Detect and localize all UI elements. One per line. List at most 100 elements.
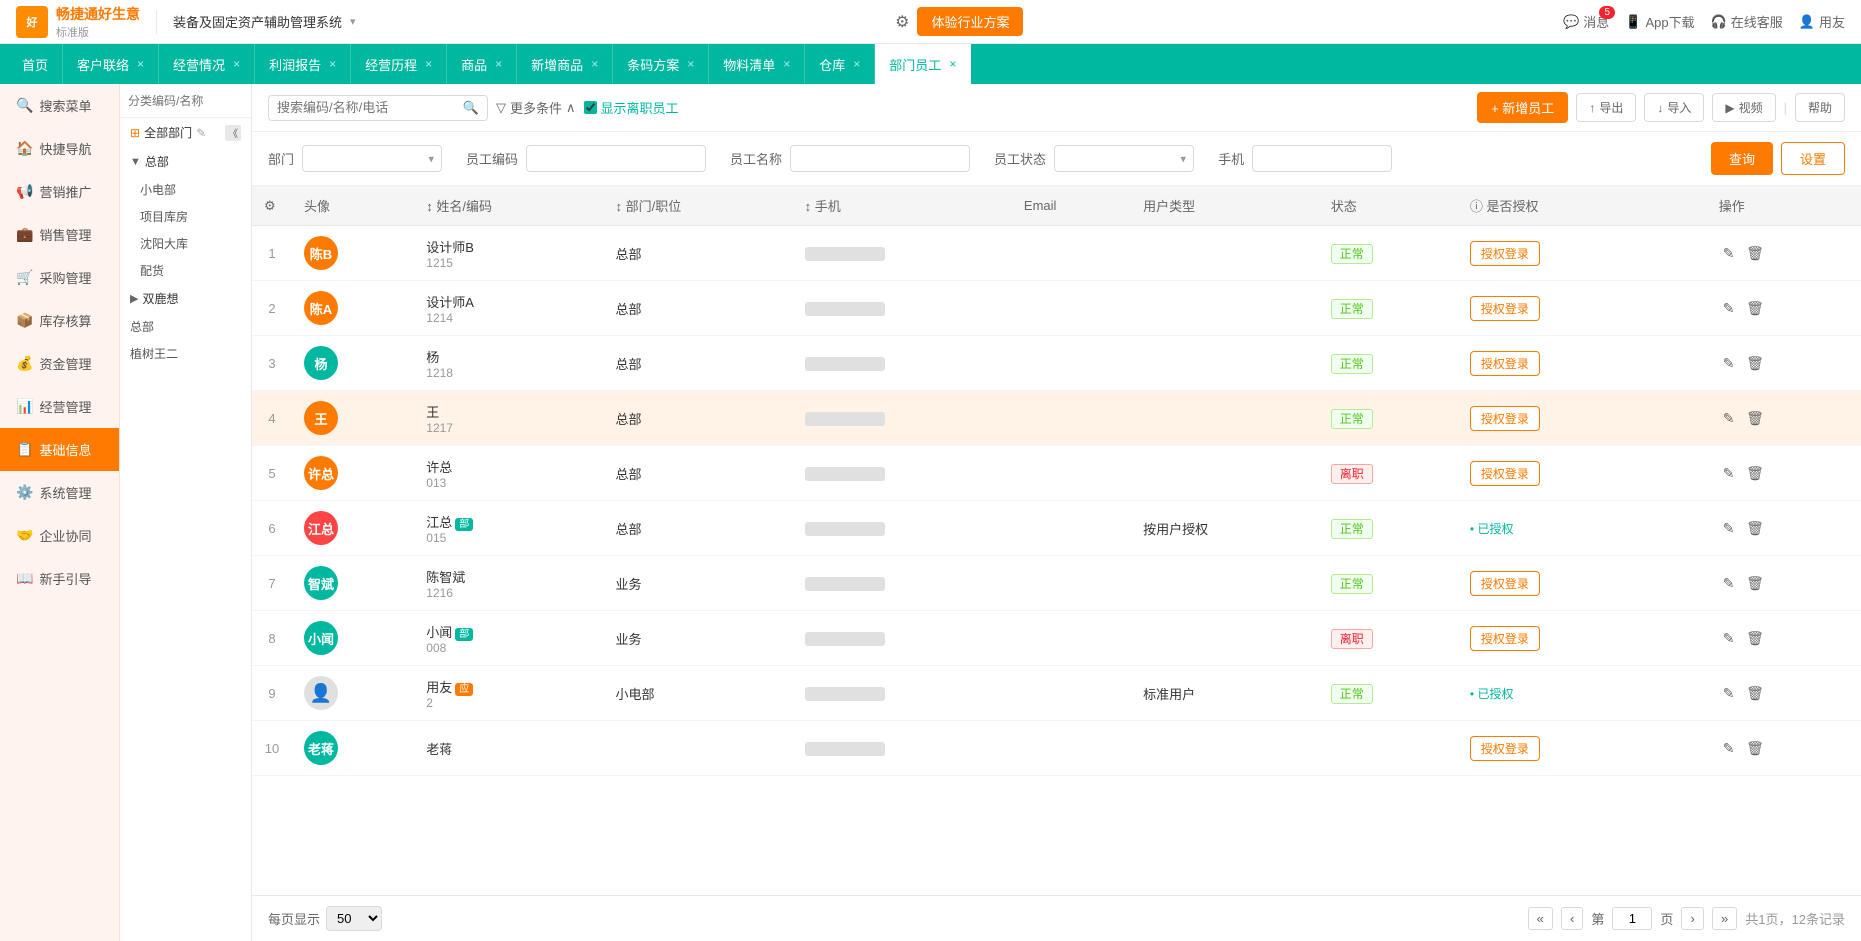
- user-btn[interactable]: 👤 用友: [1799, 12, 1845, 31]
- edit-button[interactable]: ✎: [1719, 408, 1739, 429]
- tab-close-icon[interactable]: ×: [495, 57, 502, 71]
- nav-tab-首页[interactable]: 首页: [8, 44, 63, 84]
- auth-login-button[interactable]: 授权登录: [1470, 351, 1540, 376]
- phone-input[interactable]: [1252, 145, 1392, 172]
- dept-all-header[interactable]: ⊞ 全部部门 ✎ 《: [120, 118, 251, 147]
- nav-tab-经营历程[interactable]: 经营历程×: [351, 44, 447, 84]
- view-button[interactable]: ▶ 视频: [1712, 93, 1775, 122]
- delete-button[interactable]: 🗑: [1742, 573, 1768, 594]
- left-nav-item-quick-nav[interactable]: 🏠快捷导航: [0, 127, 119, 170]
- page-number-input[interactable]: [1612, 907, 1652, 930]
- delete-button[interactable]: 🗑: [1742, 683, 1768, 704]
- tab-close-icon[interactable]: ×: [949, 57, 956, 71]
- dept-zongbu[interactable]: ▼ 总部: [120, 147, 251, 176]
- dept-edit-icon[interactable]: ✎: [196, 126, 206, 140]
- left-nav-item-marketing[interactable]: 📢营销推广: [0, 170, 119, 213]
- tab-close-icon[interactable]: ×: [329, 57, 336, 71]
- dept-xiangmu[interactable]: 项目库房: [120, 203, 251, 230]
- delete-button[interactable]: 🗑: [1742, 463, 1768, 484]
- next-page-btn[interactable]: ›: [1681, 907, 1703, 930]
- dept-zongbu2[interactable]: 总部: [120, 313, 251, 340]
- tab-close-icon[interactable]: ×: [783, 57, 790, 71]
- emp-name-input[interactable]: [790, 145, 970, 172]
- search-input[interactable]: [277, 100, 459, 115]
- last-page-btn[interactable]: »: [1712, 907, 1737, 930]
- sidebar-search-input[interactable]: [128, 94, 252, 108]
- edit-button[interactable]: ✎: [1719, 243, 1739, 264]
- per-page-select[interactable]: 50 100: [326, 906, 382, 931]
- col-name[interactable]: ↕ 姓名/编码: [414, 186, 603, 226]
- left-nav-item-purchase[interactable]: 🛒采购管理: [0, 256, 119, 299]
- delete-button[interactable]: 🗑: [1742, 298, 1768, 319]
- settings-icon[interactable]: ⚙: [895, 12, 909, 32]
- dept-shenyang[interactable]: 沈阳大库: [120, 230, 251, 257]
- edit-button[interactable]: ✎: [1719, 683, 1739, 704]
- delete-button[interactable]: 🗑: [1742, 628, 1768, 649]
- edit-button[interactable]: ✎: [1719, 463, 1739, 484]
- dept-shuanglu[interactable]: ▶ 双鹿想: [120, 284, 251, 313]
- left-nav-item-finance[interactable]: 💰资金管理: [0, 342, 119, 385]
- auth-login-button[interactable]: 授权登录: [1470, 736, 1540, 761]
- tab-close-icon[interactable]: ×: [853, 57, 860, 71]
- auth-login-button[interactable]: 授权登录: [1470, 296, 1540, 321]
- edit-button[interactable]: ✎: [1719, 628, 1739, 649]
- nav-tab-条码方案[interactable]: 条码方案×: [613, 44, 709, 84]
- left-nav-item-sales[interactable]: 💼销售管理: [0, 213, 119, 256]
- query-button[interactable]: 查询: [1711, 142, 1773, 175]
- left-nav-item-guide[interactable]: 📖新手引导: [0, 557, 119, 600]
- dept-collapse-btn[interactable]: 《: [225, 125, 241, 141]
- auth-login-button[interactable]: 授权登录: [1470, 571, 1540, 596]
- prev-page-btn[interactable]: ‹: [1561, 907, 1583, 930]
- nav-tab-利润报告[interactable]: 利润报告×: [255, 44, 351, 84]
- nav-tab-客户联络[interactable]: 客户联络×: [63, 44, 159, 84]
- delete-button[interactable]: 🗑: [1742, 408, 1768, 429]
- auth-login-button[interactable]: 授权登录: [1470, 626, 1540, 651]
- help-button[interactable]: 帮助: [1795, 93, 1845, 122]
- system-title-arrow[interactable]: ▾: [350, 15, 356, 28]
- export-button[interactable]: ↑ 导出: [1576, 93, 1636, 122]
- dept-select[interactable]: [302, 145, 442, 172]
- online-service-btn[interactable]: 🎧 在线客服: [1711, 12, 1783, 31]
- left-nav-item-search[interactable]: 🔍搜索菜单: [0, 84, 119, 127]
- dept-xiaodibu[interactable]: 小电部: [120, 176, 251, 203]
- col-dept[interactable]: ↕ 部门/职位: [603, 186, 792, 226]
- col-settings[interactable]: ⚙: [252, 186, 292, 226]
- add-employee-button[interactable]: + 新增员工: [1477, 92, 1568, 123]
- more-conditions-btn[interactable]: ▽ 更多条件 ∧: [496, 98, 576, 117]
- edit-button[interactable]: ✎: [1719, 738, 1739, 759]
- delete-button[interactable]: 🗑: [1742, 518, 1768, 539]
- col-phone[interactable]: ↕ 手机: [793, 186, 1012, 226]
- import-button[interactable]: ↓ 导入: [1644, 93, 1704, 122]
- left-nav-item-enterprise[interactable]: 🤝企业协同: [0, 514, 119, 557]
- tab-close-icon[interactable]: ×: [233, 57, 240, 71]
- tab-close-icon[interactable]: ×: [687, 57, 694, 71]
- nav-tab-物料清单[interactable]: 物料清单×: [709, 44, 805, 84]
- nav-tab-仓库[interactable]: 仓库×: [805, 44, 875, 84]
- nav-tab-部门员工[interactable]: 部门员工×: [875, 44, 971, 84]
- left-nav-item-basic[interactable]: 📋基础信息: [0, 428, 119, 471]
- tab-close-icon[interactable]: ×: [137, 57, 144, 71]
- emp-status-select[interactable]: [1054, 145, 1194, 172]
- tab-close-icon[interactable]: ×: [591, 57, 598, 71]
- delete-button[interactable]: 🗑: [1742, 243, 1768, 264]
- show-resigned-toggle[interactable]: 显示离职员工: [584, 98, 679, 117]
- delete-button[interactable]: 🗑: [1742, 353, 1768, 374]
- tab-close-icon[interactable]: ×: [425, 57, 432, 71]
- edit-button[interactable]: ✎: [1719, 353, 1739, 374]
- dept-peihuo[interactable]: 配货: [120, 257, 251, 284]
- auth-login-button[interactable]: 授权登录: [1470, 461, 1540, 486]
- left-nav-item-system[interactable]: ⚙️系统管理: [0, 471, 119, 514]
- edit-button[interactable]: ✎: [1719, 518, 1739, 539]
- trial-button[interactable]: 体验行业方案: [917, 7, 1023, 36]
- edit-button[interactable]: ✎: [1719, 298, 1739, 319]
- left-nav-item-inventory[interactable]: 📦库存核算: [0, 299, 119, 342]
- emp-code-input[interactable]: [526, 145, 706, 172]
- nav-tab-商品[interactable]: 商品×: [447, 44, 517, 84]
- nav-tab-新增商品[interactable]: 新增商品×: [517, 44, 613, 84]
- first-page-btn[interactable]: «: [1528, 907, 1553, 930]
- show-resigned-checkbox[interactable]: [584, 101, 597, 114]
- set-button[interactable]: 设置: [1781, 142, 1845, 175]
- delete-button[interactable]: 🗑: [1742, 738, 1768, 759]
- dept-zhishu[interactable]: 植树王二: [120, 340, 251, 367]
- nav-tab-经营情况[interactable]: 经营情况×: [159, 44, 255, 84]
